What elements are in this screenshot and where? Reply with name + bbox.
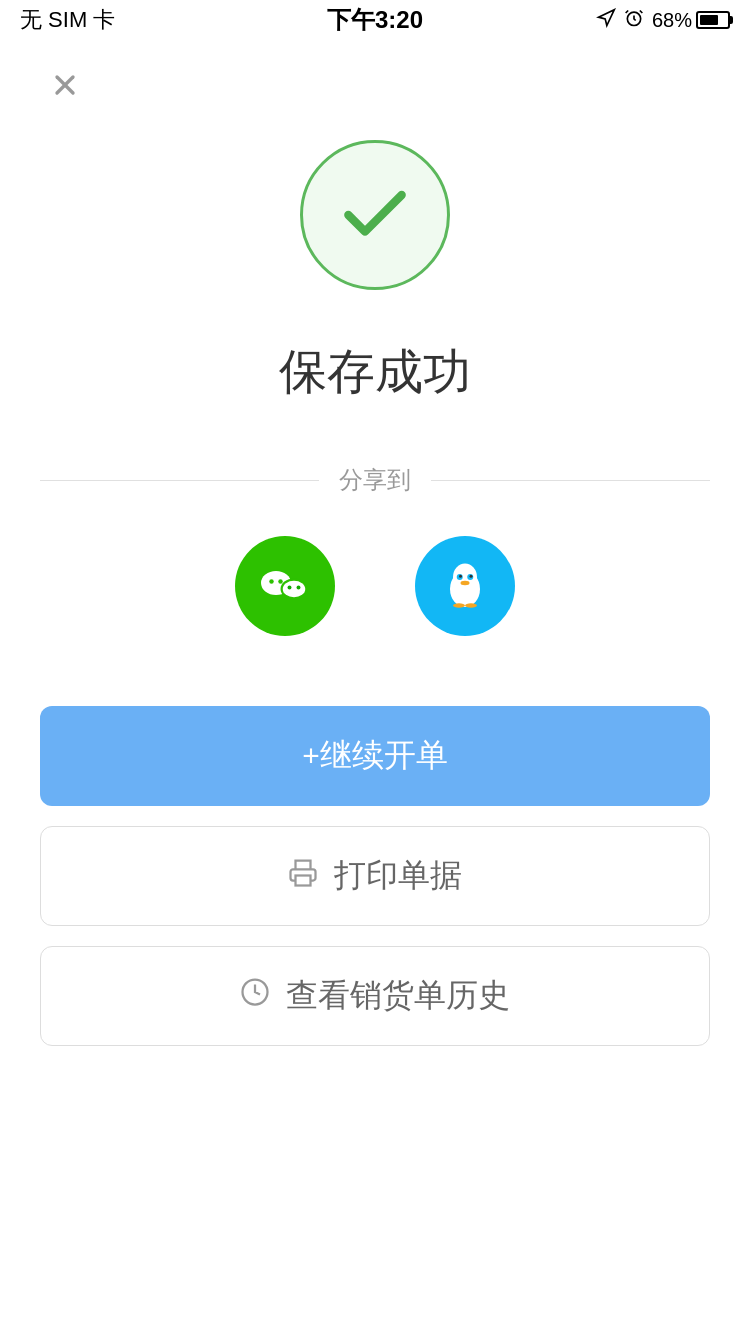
wechat-icon [255, 556, 315, 616]
svg-point-15 [453, 564, 477, 591]
battery-percent: 68% [652, 9, 692, 32]
share-icons-row [235, 536, 515, 636]
success-title: 保存成功 [279, 340, 471, 404]
share-label: 分享到 [339, 464, 411, 496]
status-bar: 无 SIM 卡 下午3:20 68% [0, 0, 750, 40]
battery-indicator: 68% [652, 9, 730, 32]
svg-line-4 [640, 10, 643, 13]
history-button[interactable]: 查看销货单历史 [40, 946, 710, 1046]
continue-label: 继续开单 [320, 734, 448, 778]
svg-point-18 [459, 575, 462, 578]
divider-right [431, 480, 710, 481]
svg-point-11 [278, 579, 283, 584]
printer-icon [288, 858, 318, 895]
print-button[interactable]: 打印单据 [40, 826, 710, 926]
svg-point-9 [283, 581, 306, 598]
plus-icon: + [302, 739, 320, 773]
main-content: 保存成功 分享到 [0, 40, 750, 1334]
close-button[interactable] [40, 60, 90, 110]
qq-share-button[interactable] [415, 536, 515, 636]
svg-marker-1 [598, 9, 614, 25]
svg-point-13 [297, 586, 301, 590]
svg-point-22 [465, 603, 477, 608]
clock-icon [240, 977, 270, 1015]
svg-point-19 [470, 575, 473, 578]
success-icon-circle [300, 140, 450, 290]
divider-row: 分享到 [40, 464, 710, 496]
svg-rect-23 [296, 875, 311, 885]
print-label: 打印单据 [334, 854, 462, 898]
svg-point-21 [453, 603, 465, 608]
divider-left [40, 480, 319, 481]
alarm-icon [624, 8, 644, 33]
action-buttons: + 继续开单 打印单据 查看销货单历史 [40, 706, 710, 1046]
continue-button[interactable]: + 继续开单 [40, 706, 710, 806]
battery-body [696, 11, 730, 29]
svg-point-20 [461, 581, 470, 586]
status-time: 下午3:20 [327, 4, 423, 36]
status-left: 无 SIM 卡 [20, 5, 123, 35]
sim-text: 无 SIM 卡 [20, 5, 115, 35]
history-label: 查看销货单历史 [286, 974, 510, 1018]
svg-point-10 [269, 579, 274, 584]
svg-line-3 [626, 10, 629, 13]
share-section: 分享到 [40, 464, 710, 636]
wechat-share-button[interactable] [235, 536, 335, 636]
checkmark-icon [335, 175, 415, 255]
location-icon [596, 8, 616, 33]
battery-fill [700, 15, 718, 25]
svg-point-12 [288, 586, 292, 590]
qq-icon [435, 556, 495, 616]
status-right: 68% [596, 8, 730, 33]
